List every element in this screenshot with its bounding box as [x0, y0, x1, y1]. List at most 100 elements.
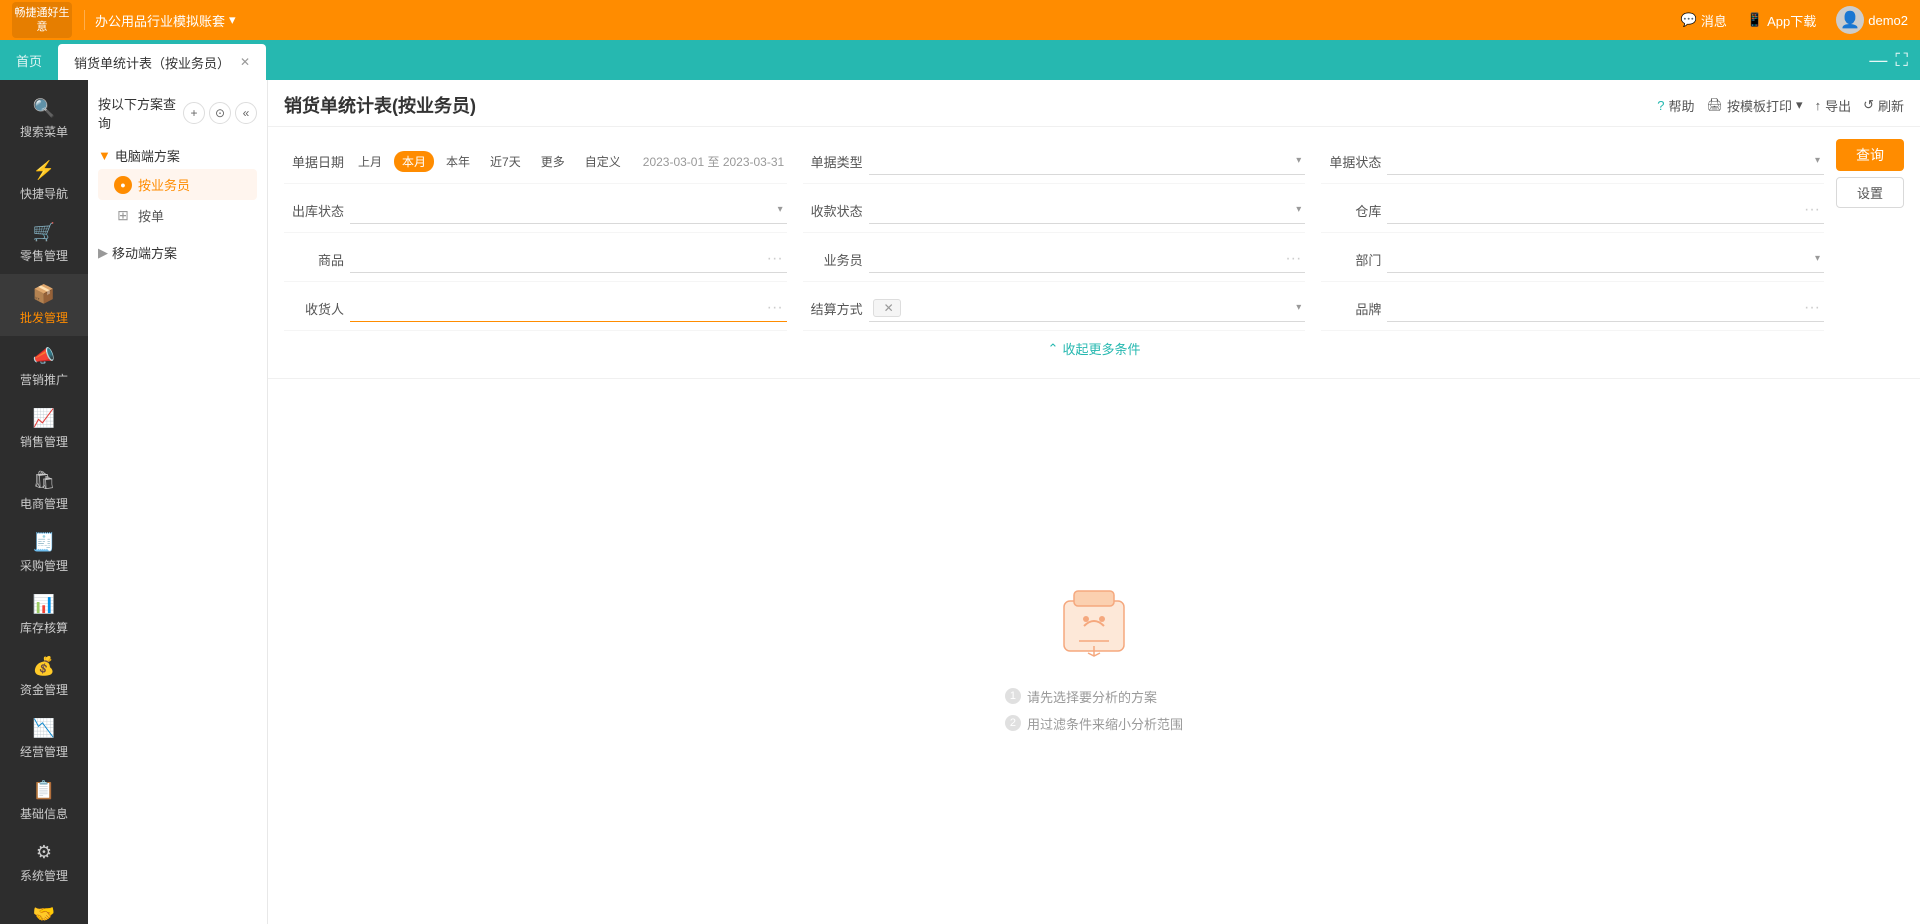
consignee-dots[interactable]: ···	[767, 299, 783, 317]
date-tab-7days[interactable]: 近7天	[482, 151, 529, 172]
expand-icon: ▼	[98, 148, 111, 163]
export-button[interactable]: ↑ 导出	[1815, 96, 1852, 115]
app-download-button[interactable]: 📱 App下载	[1747, 11, 1816, 30]
mobile-scheme-section: ▶ 移动端方案	[88, 235, 267, 270]
staff-dots[interactable]: ···	[1285, 250, 1301, 268]
date-range: 2023-03-01 至 2023-03-31	[643, 153, 784, 170]
date-tab-this-year[interactable]: 本年	[438, 151, 478, 172]
sidebar-item-marketing[interactable]: 📣 营销推广	[0, 336, 88, 398]
left-panel-actions: + ⊙ «	[183, 102, 257, 124]
tabbar-actions: — ⛶	[1869, 51, 1920, 69]
date-filter-cell: 单据日期 上月 本月 本年 近7天 更多 自定义 20	[284, 139, 787, 184]
scheme-by-order[interactable]: ⊞ 按单	[98, 200, 257, 231]
sidebar-item-quick-nav[interactable]: ⚡ 快捷导航	[0, 150, 88, 212]
staff-control[interactable]: ···	[869, 245, 1306, 273]
doc-type-chevron-icon: ▾	[1296, 155, 1301, 166]
sidebar-item-purchase[interactable]: 🧾 采购管理	[0, 522, 88, 584]
tab-home[interactable]: 首页	[0, 40, 58, 80]
tab-minimize-icon[interactable]: —	[1869, 51, 1887, 69]
print-icon: 🖨	[1707, 97, 1724, 113]
department-control[interactable]: ▾	[1387, 245, 1824, 273]
settlement-tag-close[interactable]: ✕	[884, 301, 894, 315]
sidebar-item-finance[interactable]: 💰 资金管理	[0, 646, 88, 708]
sidebar-item-operations[interactable]: 📉 经营管理	[0, 708, 88, 770]
department-chevron-icon: ▾	[1815, 253, 1820, 264]
goods-cell: 商品 ···	[284, 237, 787, 282]
system-icon: ⚙	[36, 842, 52, 863]
doc-type-control[interactable]: ▾	[869, 147, 1306, 175]
sidebar-item-search[interactable]: 🔍 搜索菜单	[0, 88, 88, 150]
template-print-button[interactable]: 🖨 按模板打印 ▾	[1707, 96, 1803, 115]
sidebar-item-retail[interactable]: 🛒 零售管理	[0, 212, 88, 274]
empty-state: 1 请先选择要分析的方案 2 用过滤条件来缩小分析范围	[268, 379, 1920, 924]
sidebar-item-inventory[interactable]: 📊 库存核算	[0, 584, 88, 646]
doc-status-chevron-icon: ▾	[1815, 155, 1820, 166]
date-tab-custom[interactable]: 自定义	[577, 151, 629, 172]
export-icon: ↑	[1815, 98, 1822, 113]
sidebar-item-system[interactable]: ⚙ 系统管理	[0, 832, 88, 894]
refresh-button[interactable]: ↺ 刷新	[1863, 96, 1904, 115]
tab-close-icon[interactable]: ✕	[240, 55, 250, 69]
sidebar-item-cooperation[interactable]: 🤝 企业协同	[0, 894, 88, 924]
ecommerce-icon: 🛍	[33, 470, 56, 491]
query-button[interactable]: 查询	[1836, 139, 1904, 171]
consignee-cell: 收货人 ···	[284, 286, 787, 331]
refresh-icon: ↺	[1863, 97, 1874, 113]
goods-dots[interactable]: ···	[767, 250, 783, 268]
tabbar: 首页 销货单统计表（按业务员） ✕ — ⛶	[0, 40, 1920, 80]
topbar: 畅捷通好生意 办公用品行业模拟账套 ▾ 💬 消息 📱 App下载 👤 demo2	[0, 0, 1920, 40]
empty-tips: 1 请先选择要分析的方案 2 用过滤条件来缩小分析范围	[1005, 687, 1183, 733]
date-tab-this-month[interactable]: 本月	[394, 151, 434, 172]
account-dropdown[interactable]: 办公用品行业模拟账套 ▾	[95, 11, 236, 30]
order-scheme-icon: ⊞	[114, 207, 132, 225]
consignee-control[interactable]: ···	[350, 294, 787, 322]
receipt-status-control[interactable]: ▾	[869, 196, 1306, 224]
sidebar-item-basic[interactable]: 📋 基础信息	[0, 770, 88, 832]
search-icon: 🔍	[33, 98, 55, 119]
sidebar-item-wholesale[interactable]: 📦 批发管理	[0, 274, 88, 336]
add-scheme-button[interactable]: +	[183, 102, 205, 124]
help-button[interactable]: ? 帮助	[1657, 96, 1694, 115]
filter-area: 单据日期 上月 本月 本年 近7天 更多 自定义 20	[268, 127, 1920, 379]
warehouse-control[interactable]: ···	[1387, 196, 1824, 224]
mobile-scheme-header[interactable]: ▶ 移动端方案	[98, 239, 257, 266]
avatar: 👤	[1836, 6, 1864, 34]
sidebar-item-sales[interactable]: 📈 销售管理	[0, 398, 88, 460]
tab-sales-stat[interactable]: 销货单统计表（按业务员） ✕	[58, 44, 266, 80]
chevron-down-icon: ▾	[229, 12, 236, 28]
edit-scheme-button[interactable]: ⊙	[209, 102, 231, 124]
collapse-panel-button[interactable]: «	[235, 102, 257, 124]
help-icon: ?	[1657, 98, 1664, 113]
tab-maximize-icon[interactable]: ⛶	[1895, 51, 1908, 69]
brand-control[interactable]: ···	[1387, 294, 1824, 322]
staff-cell: 业务员 ···	[803, 237, 1306, 282]
left-panel-header: 按以下方案查询 + ⊙ «	[88, 88, 267, 138]
message-button[interactable]: 💬 消息	[1681, 11, 1727, 30]
brand-dots[interactable]: ···	[1804, 299, 1820, 317]
print-chevron-icon: ▾	[1796, 97, 1803, 113]
page-header: 销货单统计表(按业务员) ? 帮助 🖨 按模板打印 ▾ ↑ 导出 ↺ 刷新	[268, 80, 1920, 127]
sidebar-item-ecommerce[interactable]: 🛍 电商管理	[0, 460, 88, 522]
scheme-by-staff[interactable]: ● 按业务员	[98, 169, 257, 200]
logo: 畅捷通好生意	[12, 2, 72, 38]
warehouse-dots[interactable]: ···	[1804, 201, 1820, 219]
brand-cell: 品牌 ···	[1321, 286, 1824, 331]
doc-status-control[interactable]: ▾	[1387, 147, 1824, 175]
page-header-actions: ? 帮助 🖨 按模板打印 ▾ ↑ 导出 ↺ 刷新	[1657, 96, 1904, 115]
consignee-label: 收货人	[284, 299, 344, 318]
user-menu[interactable]: 👤 demo2	[1836, 6, 1908, 34]
collapse-filter-button[interactable]: ⌃ 收起更多条件	[284, 331, 1904, 366]
goods-control[interactable]: ···	[350, 245, 787, 273]
date-tabs: 上月 本月 本年 近7天 更多 自定义	[350, 151, 629, 172]
date-tab-last-month[interactable]: 上月	[350, 151, 390, 172]
date-tab-more[interactable]: 更多	[533, 151, 573, 172]
settlement-control[interactable]: ✕ ▾	[869, 294, 1306, 322]
out-status-control[interactable]: ▾	[350, 196, 787, 224]
date-label: 单据日期	[284, 152, 344, 171]
desktop-scheme-header[interactable]: ▼ 电脑端方案	[98, 142, 257, 169]
collapse-up-icon: ⌃	[1048, 341, 1059, 357]
purchase-icon: 🧾	[33, 532, 55, 553]
staff-scheme-icon: ●	[114, 176, 132, 194]
department-cell: 部门 ▾	[1321, 237, 1824, 282]
settings-button[interactable]: 设置	[1836, 177, 1904, 208]
